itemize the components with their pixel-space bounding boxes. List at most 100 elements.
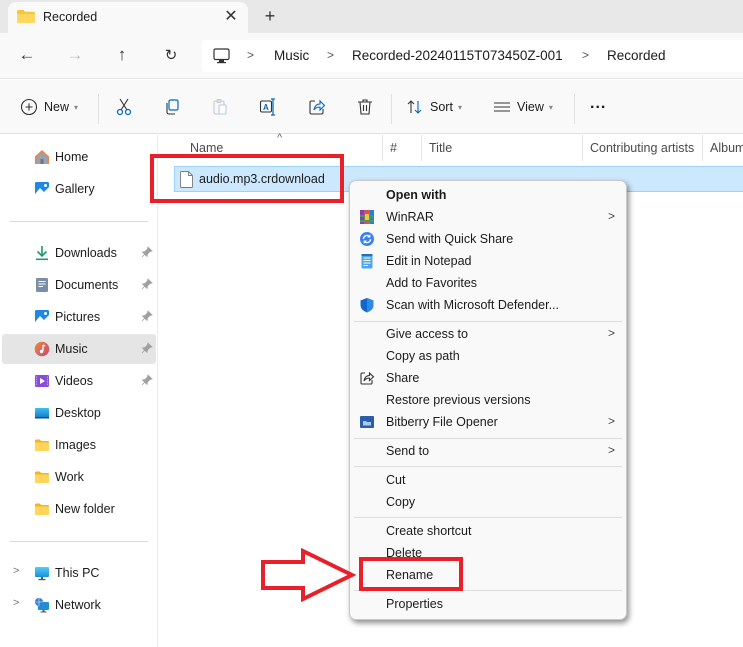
menu-item-bitberry-file-opener[interactable]: Bitberry File Opener > — [354, 411, 622, 433]
menu-item-label: Send with Quick Share — [386, 232, 514, 246]
view-icon — [494, 102, 510, 112]
sidebar-item-this-pc[interactable]: > This PC — [2, 558, 156, 588]
chevron-right-icon[interactable]: > — [13, 597, 19, 609]
new-tab-button[interactable]: + — [259, 6, 281, 28]
delete-button[interactable] — [356, 95, 374, 119]
view-button[interactable]: View ▾ — [493, 95, 553, 119]
videos-icon — [35, 375, 49, 387]
menu-item-label: Give access to — [386, 327, 468, 341]
menu-item-create-shortcut[interactable]: Create shortcut — [354, 520, 622, 542]
chevron-right-icon: > — [608, 443, 616, 457]
divider — [391, 94, 392, 124]
breadcrumb-music[interactable]: Music — [274, 48, 309, 63]
column-header-album[interactable]: Album — [703, 135, 743, 161]
network-icon — [35, 598, 49, 613]
folder-icon — [35, 503, 49, 515]
pin-icon[interactable] — [141, 342, 153, 354]
sidebar-item-new-folder[interactable]: New folder — [2, 494, 156, 524]
annotation-highlight-rename — [359, 557, 463, 591]
menu-item-label: Copy as path — [386, 349, 460, 363]
context-menu: Open with WinRAR > Send with Quick Share… — [349, 180, 627, 620]
menu-item-label: Share — [386, 371, 420, 385]
breadcrumb[interactable]: > Music > Recorded-20240115T073450Z-001 … — [202, 40, 743, 72]
back-button[interactable]: ← — [15, 44, 39, 68]
menu-item-send-with-quick-share[interactable]: Send with Quick Share — [354, 228, 622, 250]
sidebar-item-downloads[interactable]: Downloads — [2, 238, 156, 268]
arrow-right-icon: → — [66, 45, 84, 64]
sidebar-item-label: New folder — [55, 502, 115, 516]
pin-icon[interactable] — [141, 374, 153, 386]
arrow-left-icon: ← — [18, 45, 36, 64]
sidebar-item-work[interactable]: Work — [2, 462, 156, 492]
cut-button[interactable] — [115, 95, 133, 119]
sidebar-item-videos[interactable]: Videos — [2, 366, 156, 396]
menu-item-give-access-to[interactable]: Give access to > — [354, 323, 622, 345]
menu-item-add-to-favorites[interactable]: Add to Favorites — [354, 272, 622, 294]
sidebar-item-documents[interactable]: Documents — [2, 270, 156, 300]
menu-item-restore-previous-versions[interactable]: Restore previous versions — [354, 389, 622, 411]
chevron-down-icon: ▾ — [548, 102, 553, 112]
menu-item-open-with[interactable]: Open with — [354, 184, 622, 206]
up-button[interactable]: ↑ — [110, 44, 134, 68]
more-options-button[interactable]: ... — [590, 92, 606, 116]
menu-item-scan-with-defender[interactable]: Scan with Microsoft Defender... — [354, 294, 622, 316]
documents-icon — [36, 278, 48, 292]
menu-item-cut[interactable]: Cut — [354, 469, 622, 491]
address-row: ← → ↑ ↻ > Music > Recorded-20240115T0734… — [0, 33, 743, 79]
quick-share-icon — [360, 232, 374, 246]
pin-icon[interactable] — [141, 278, 153, 290]
sidebar-item-network[interactable]: > Network — [2, 590, 156, 620]
sidebar-item-home[interactable]: Home — [2, 142, 156, 172]
copy-button[interactable] — [163, 95, 181, 119]
close-icon[interactable]: ✕ — [221, 7, 241, 27]
menu-item-send-to[interactable]: Send to > — [354, 440, 622, 462]
copy-icon — [166, 99, 179, 115]
annotation-arrow-icon — [261, 548, 356, 602]
menu-item-properties[interactable]: Properties — [354, 593, 622, 615]
menu-item-label: Send to — [386, 444, 430, 458]
menu-separator — [354, 517, 622, 518]
column-header-title[interactable]: Title — [422, 135, 583, 161]
forward-button[interactable]: → — [63, 44, 87, 68]
column-header-number[interactable]: # — [383, 135, 422, 161]
breadcrumb-recorded-zip[interactable]: Recorded-20240115T073450Z-001 — [352, 48, 563, 63]
home-icon — [35, 150, 49, 164]
paste-icon — [213, 99, 227, 115]
this-pc-icon — [213, 48, 230, 64]
chevron-right-icon: > — [608, 326, 616, 340]
menu-item-winrar[interactable]: WinRAR > — [354, 206, 622, 228]
sidebar-item-desktop[interactable]: Desktop — [2, 398, 156, 428]
sidebar-item-pictures[interactable]: Pictures — [2, 302, 156, 332]
menu-item-label: Restore previous versions — [386, 393, 531, 407]
sidebar-item-music[interactable]: Music — [2, 334, 156, 364]
refresh-button[interactable]: ↻ — [159, 44, 183, 68]
sidebar-item-gallery[interactable]: Gallery — [2, 174, 156, 204]
gallery-icon — [35, 182, 49, 196]
menu-item-copy-as-path[interactable]: Copy as path — [354, 345, 622, 367]
paste-button[interactable] — [211, 95, 229, 119]
chevron-right-icon[interactable]: > — [13, 565, 19, 577]
menu-item-label: Cut — [386, 473, 406, 487]
pin-icon[interactable] — [141, 246, 153, 258]
menu-item-label: Add to Favorites — [386, 276, 478, 290]
folder-icon — [35, 471, 49, 483]
column-label: # — [390, 141, 397, 155]
plus-icon: + — [264, 6, 276, 26]
breadcrumb-recorded[interactable]: Recorded — [607, 48, 666, 63]
column-header-contributing-artists[interactable]: Contributing artists — [583, 135, 703, 161]
rename-button[interactable]: A — [259, 95, 277, 119]
share-button[interactable] — [308, 95, 326, 119]
column-label: Name — [190, 141, 224, 155]
menu-item-share[interactable]: Share — [354, 367, 622, 389]
menu-item-copy[interactable]: Copy — [354, 491, 622, 513]
sidebar-item-images[interactable]: Images — [2, 430, 156, 460]
breadcrumb-separator: > — [247, 48, 255, 62]
menu-item-edit-in-notepad[interactable]: Edit in Notepad — [354, 250, 622, 272]
sort-button[interactable]: Sort ▾ — [406, 95, 462, 119]
plus-circle-icon — [20, 98, 38, 116]
column-label: Album — [710, 141, 743, 155]
tab-recorded[interactable]: Recorded ✕ — [8, 2, 248, 33]
divider — [574, 94, 575, 124]
pin-icon[interactable] — [141, 310, 153, 322]
new-button[interactable]: New ▾ — [20, 95, 78, 119]
